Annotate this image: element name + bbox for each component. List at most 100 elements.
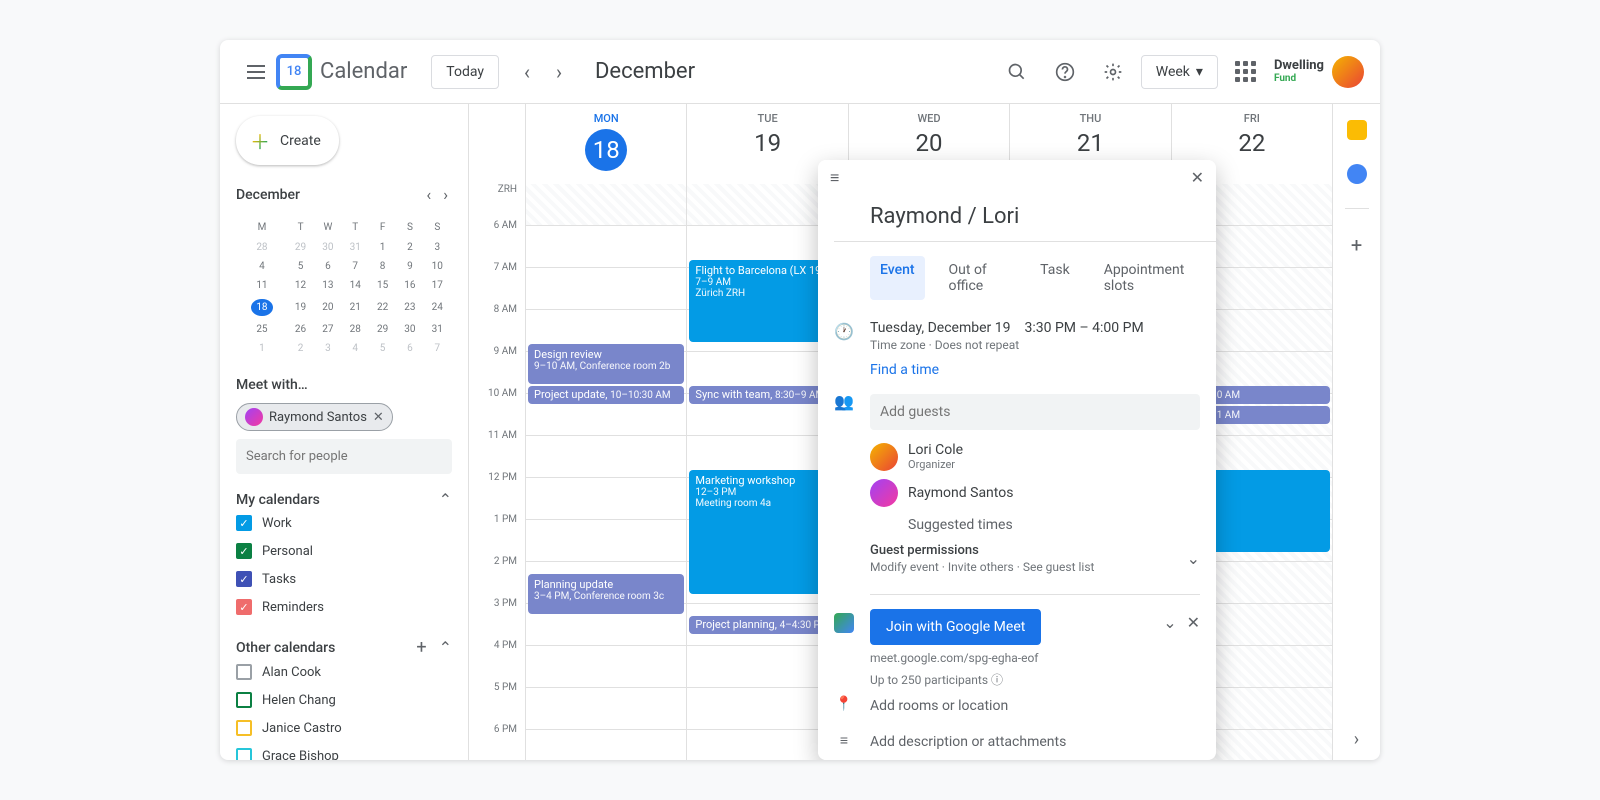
calendar-toggle[interactable]: Alan Cook [236, 658, 452, 686]
user-avatar[interactable] [1332, 56, 1364, 88]
mini-cal-day[interactable]: 25 [238, 321, 286, 338]
mini-cal-day[interactable]: 1 [370, 239, 395, 256]
mini-cal-day[interactable]: 26 [288, 321, 313, 338]
next-period-button[interactable]: › [543, 56, 575, 88]
add-description-button[interactable]: ≡ Add description or attachments [870, 724, 1200, 760]
mini-next-button[interactable]: › [439, 183, 452, 206]
mini-cal-day[interactable]: 19 [288, 296, 313, 319]
mini-cal-day[interactable]: 10 [425, 258, 450, 275]
mini-cal-day[interactable]: 14 [343, 277, 368, 294]
my-calendars-toggle[interactable]: My calendars ⌃ [236, 490, 452, 509]
mini-cal-day[interactable]: 3 [315, 340, 340, 357]
search-people-input[interactable] [236, 439, 452, 474]
mini-cal-day[interactable]: 12 [288, 277, 313, 294]
calendar-event[interactable]: Planning update3–4 PM, Conference room 3… [528, 574, 684, 614]
mini-cal-day[interactable]: 5 [288, 258, 313, 275]
settings-button[interactable] [1093, 52, 1133, 92]
main-menu-button[interactable] [236, 52, 276, 92]
meet-with-chip[interactable]: Raymond Santos ✕ [236, 403, 393, 431]
event-type-tab[interactable]: Out of office [939, 256, 1017, 300]
mini-cal-day[interactable]: 30 [397, 321, 422, 338]
meet-remove-button[interactable]: ✕ [1187, 613, 1200, 632]
mini-cal-day[interactable]: 17 [425, 277, 450, 294]
drag-handle-icon[interactable]: ≡ [830, 168, 839, 188]
mini-cal-day[interactable]: 28 [238, 239, 286, 256]
event-type-tab[interactable]: Event [870, 256, 925, 300]
mini-cal-day[interactable]: 29 [370, 321, 395, 338]
mini-cal-day[interactable]: 30 [315, 239, 340, 256]
mini-cal-day[interactable]: 22 [370, 296, 395, 319]
mini-cal-day[interactable]: 6 [397, 340, 422, 357]
mini-cal-day[interactable]: 8 [370, 258, 395, 275]
keep-icon[interactable] [1347, 120, 1367, 140]
calendar-event[interactable]: Design review9–10 AM, Conference room 2b [528, 344, 684, 384]
add-calendar-button[interactable]: + [416, 637, 426, 658]
mini-cal-day[interactable]: 27 [315, 321, 340, 338]
mini-cal-day[interactable]: 4 [238, 258, 286, 275]
mini-cal-day[interactable]: 21 [343, 296, 368, 319]
day-header[interactable]: MON18 [525, 104, 686, 184]
mini-cal-day[interactable]: 15 [370, 277, 395, 294]
mini-cal-day[interactable]: 9 [397, 258, 422, 275]
mini-cal-day[interactable]: 7 [343, 258, 368, 275]
guest-row[interactable]: Raymond Santos [870, 475, 1200, 511]
mini-cal-day[interactable]: 31 [425, 321, 450, 338]
mini-cal-day[interactable]: 2 [288, 340, 313, 357]
event-type-tab[interactable]: Task [1030, 256, 1080, 300]
tasks-icon[interactable] [1347, 164, 1367, 184]
meet-expand-button[interactable]: ⌄ [1163, 613, 1176, 632]
close-modal-button[interactable]: ✕ [1191, 168, 1204, 188]
apps-button[interactable] [1226, 52, 1266, 92]
mini-cal-day[interactable]: 18 [238, 296, 286, 319]
search-button[interactable] [997, 52, 1037, 92]
collapse-panel-button[interactable]: › [1354, 729, 1359, 750]
mini-calendar[interactable]: MTWTFSS282930311234567891011121314151617… [236, 216, 452, 359]
today-button[interactable]: Today [431, 55, 499, 89]
mini-cal-day[interactable]: 1 [238, 340, 286, 357]
guest-row[interactable]: Lori ColeOrganizer [870, 438, 1200, 475]
mini-cal-day[interactable]: 31 [343, 239, 368, 256]
checkbox-icon: ✓ [236, 571, 252, 587]
calendar-toggle[interactable]: ✓Work [236, 509, 452, 537]
info-icon[interactable]: ⓘ [991, 673, 1003, 687]
calendar-toggle[interactable]: ✓Personal [236, 537, 452, 565]
add-addon-button[interactable]: + [1351, 233, 1362, 257]
mini-cal-day[interactable]: 3 [425, 239, 450, 256]
mini-cal-day[interactable]: 23 [397, 296, 422, 319]
calendar-toggle[interactable]: ✓Reminders [236, 593, 452, 621]
other-calendars-toggle[interactable]: Other calendars + ⌃ [236, 637, 452, 658]
mini-cal-day[interactable]: 28 [343, 321, 368, 338]
mini-cal-day[interactable]: 24 [425, 296, 450, 319]
create-button[interactable]: ＋ Create [236, 116, 339, 165]
calendar-toggle[interactable]: Grace Bishop [236, 742, 452, 760]
mini-cal-day[interactable]: 16 [397, 277, 422, 294]
add-guests-input[interactable] [870, 394, 1200, 430]
permissions-expand-button[interactable]: ⌄ [1187, 549, 1200, 568]
day-column[interactable]: Design review9–10 AM, Conference room 2b… [525, 184, 686, 760]
help-button[interactable] [1045, 52, 1085, 92]
calendar-event[interactable]: Project update, 10–10:30 AM [528, 386, 684, 404]
event-title-input[interactable]: Raymond / Lori [834, 196, 1216, 242]
mini-cal-day[interactable]: 13 [315, 277, 340, 294]
mini-cal-day[interactable]: 7 [425, 340, 450, 357]
mini-cal-day[interactable]: 20 [315, 296, 340, 319]
mini-cal-day[interactable]: 4 [343, 340, 368, 357]
chip-remove-button[interactable]: ✕ [373, 410, 384, 425]
mini-cal-day[interactable]: 11 [238, 277, 286, 294]
mini-cal-day[interactable]: 29 [288, 239, 313, 256]
mini-prev-button[interactable]: ‹ [422, 183, 435, 206]
event-type-tab[interactable]: Appointment slots [1094, 256, 1200, 300]
event-datetime[interactable]: Tuesday, December 193:30 PM – 4:00 PM [870, 320, 1200, 336]
prev-period-button[interactable]: ‹ [511, 56, 543, 88]
mini-cal-day[interactable]: 2 [397, 239, 422, 256]
add-location-button[interactable]: 📍 Add rooms or location [870, 688, 1200, 724]
view-selector[interactable]: Week▾ [1141, 55, 1218, 89]
suggested-times-link[interactable]: Suggested times [908, 517, 1200, 533]
find-time-link[interactable]: Find a time [870, 362, 939, 378]
calendar-toggle[interactable]: Janice Castro [236, 714, 452, 742]
calendar-toggle[interactable]: Helen Chang [236, 686, 452, 714]
join-meet-button[interactable]: Join with Google Meet [870, 609, 1041, 645]
calendar-toggle[interactable]: ✓Tasks [236, 565, 452, 593]
mini-cal-day[interactable]: 6 [315, 258, 340, 275]
mini-cal-day[interactable]: 5 [370, 340, 395, 357]
